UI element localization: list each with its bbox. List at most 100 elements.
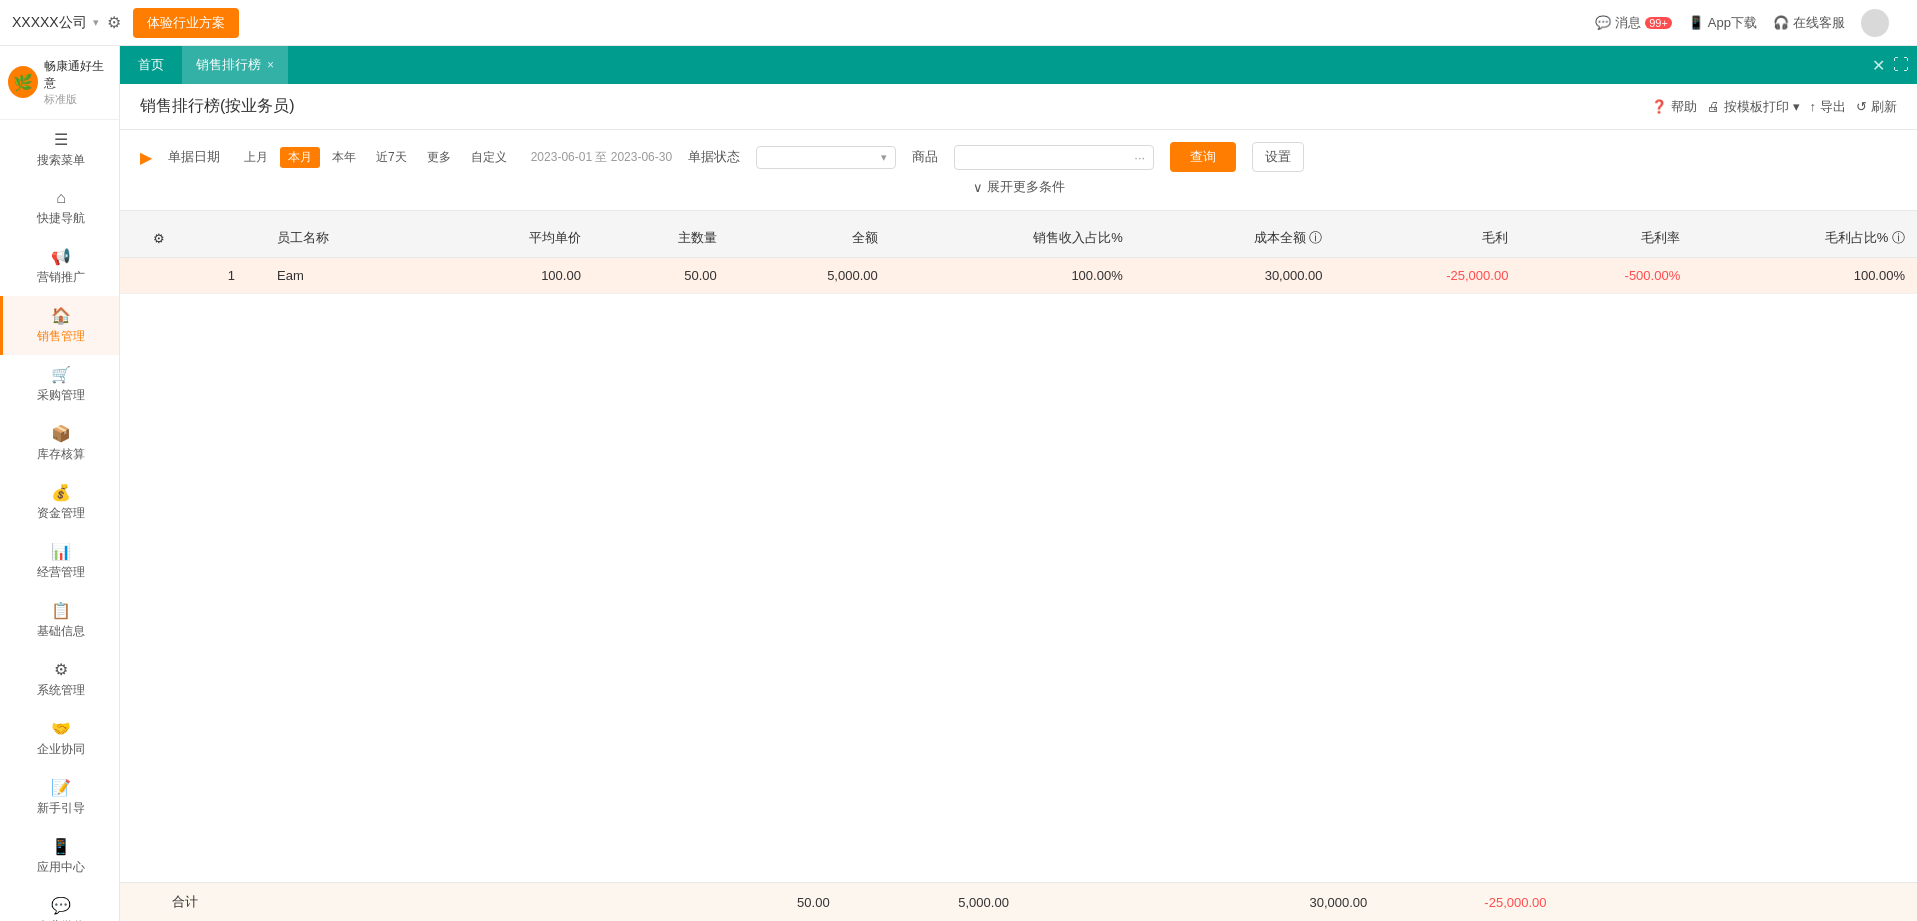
sidebar-item-enterprise-collab[interactable]: 🤝 企业协同: [0, 709, 119, 768]
col-name: 员工名称: [265, 219, 429, 258]
main-layout: 🌿 畅康通好生意 标准版 ☰ 搜索菜单 ⌂ 快捷导航 📢 营销推广 🏠 销售管理…: [0, 46, 1917, 921]
col-rank: [198, 219, 265, 258]
col-settings[interactable]: ⚙: [120, 219, 198, 258]
logo-icon: 🌿: [8, 66, 38, 98]
message-button[interactable]: 💬 消息 99+: [1595, 14, 1672, 32]
sidebar-item-system-mgmt[interactable]: ⚙ 系统管理: [0, 650, 119, 709]
window-close-icon[interactable]: ✕: [1872, 56, 1885, 75]
sidebar-item-label: 搜索菜单: [37, 152, 85, 169]
footer-total-label: 合计: [132, 893, 292, 911]
footer-spacer4: [1547, 895, 1726, 910]
date-tab-7days[interactable]: 近7天: [368, 147, 415, 168]
sidebar-item-search-order[interactable]: ☰ 搜索菜单: [0, 120, 119, 179]
expand-down-icon: ∨: [973, 180, 983, 195]
col-gross-pct: 毛利占比% ⓘ: [1692, 219, 1917, 258]
tab-close-icon[interactable]: ×: [267, 58, 274, 72]
cart-icon: 🛒: [51, 365, 71, 384]
sidebar-item-finance[interactable]: 💰 资金管理: [0, 473, 119, 532]
footer-main-qty: 50.00: [650, 895, 829, 910]
sidebar-item-label: 营销推广: [37, 269, 85, 286]
company-selector[interactable]: XXXXX公司 ▾: [12, 14, 99, 32]
megaphone-icon: 📢: [51, 247, 71, 266]
tab-label: 销售排行榜: [196, 56, 261, 74]
col-gross: 毛利: [1335, 219, 1521, 258]
export-button[interactable]: ↑ 导出: [1810, 98, 1847, 116]
sidebar-item-enterprise-wechat[interactable]: 💬 企业微信: [0, 886, 119, 921]
settings-link-button[interactable]: 设置: [1252, 142, 1304, 172]
trial-button[interactable]: 体验行业方案: [133, 8, 239, 38]
date-tab-custom[interactable]: 自定义: [463, 147, 515, 168]
goods-filter-label: 商品: [912, 148, 938, 166]
date-filter-label: 单据日期: [168, 148, 220, 166]
date-tab-this-year[interactable]: 本年: [324, 147, 364, 168]
home-icon: ⌂: [56, 189, 66, 207]
tab-sales-ranking[interactable]: 销售排行榜 ×: [182, 46, 288, 84]
page-header: 销售排行榜(按业务员) ❓ 帮助 🖨 按模板打印 ▾ ↑ 导出: [120, 84, 1917, 130]
top-bar: XXXXX公司 ▾ ⚙ 体验行业方案 💬 消息 99+ 📱 App下载 🎧 在线…: [0, 0, 1917, 46]
settings-icon[interactable]: ⚙: [107, 13, 121, 32]
sidebar-item-purchase-mgmt[interactable]: 🛒 采购管理: [0, 355, 119, 414]
sidebar-item-label: 采购管理: [37, 387, 85, 404]
date-tab-this-month[interactable]: 本月: [280, 147, 320, 168]
footer-values: 50.00 5,000.00 30,000.00 -25,000.00: [292, 895, 1905, 910]
help-icon: ❓: [1651, 99, 1667, 114]
content-area: 首页 销售排行榜 × ✕ ⛶ 销售排行榜(按业务员) ❓ 帮助: [120, 46, 1917, 921]
date-tabs: 上月 本月 本年 近7天 更多 自定义: [236, 147, 515, 168]
sidebar-item-basic-info[interactable]: 📋 基础信息: [0, 591, 119, 650]
app-download-button[interactable]: 📱 App下载: [1688, 14, 1757, 32]
expand-more-button[interactable]: ∨ 展开更多条件: [973, 178, 1065, 196]
col-main-qty: 主数量: [593, 219, 729, 258]
col-sales-pct: 销售收入占比%: [890, 219, 1135, 258]
refresh-label: 刷新: [1871, 98, 1897, 116]
sidebar-item-app-center[interactable]: 📱 应用中心: [0, 827, 119, 886]
sidebar: 🌿 畅康通好生意 标准版 ☰ 搜索菜单 ⌂ 快捷导航 📢 营销推广 🏠 销售管理…: [0, 46, 120, 921]
refresh-button[interactable]: ↺ 刷新: [1856, 98, 1897, 116]
sidebar-item-sales-mgmt[interactable]: 🏠 销售管理: [0, 296, 119, 355]
page-title: 销售排行榜(按业务员): [140, 96, 295, 117]
date-range-display: 2023-06-01 至 2023-06-30: [531, 149, 672, 166]
print-dropdown-icon: ▾: [1793, 99, 1800, 114]
help-button[interactable]: ❓ 帮助: [1651, 98, 1697, 116]
sidebar-item-operations[interactable]: 📊 经营管理: [0, 532, 119, 591]
tab-home[interactable]: 首页: [120, 46, 182, 84]
sidebar-item-label: 销售管理: [37, 328, 85, 345]
app-icon: 📱: [1688, 15, 1704, 30]
refresh-icon: ↺: [1856, 99, 1867, 114]
filter-expand-icon[interactable]: ▶: [140, 148, 152, 167]
cell-gross: -25,000.00: [1335, 258, 1521, 294]
goods-filter-input[interactable]: ···: [954, 145, 1154, 170]
query-button[interactable]: 查询: [1170, 142, 1236, 172]
sidebar-item-label: 系统管理: [37, 682, 85, 699]
print-label: 按模板打印: [1724, 98, 1789, 116]
message-badge: 99+: [1645, 17, 1672, 29]
print-button[interactable]: 🖨 按模板打印 ▾: [1707, 98, 1800, 116]
footer-spacer3: [1009, 895, 1188, 910]
headset-icon: 🎧: [1773, 15, 1789, 30]
window-expand-icon[interactable]: ⛶: [1893, 56, 1909, 74]
cell-rank: 1: [198, 258, 265, 294]
box-icon: 📦: [51, 424, 71, 443]
footer-spacer5: [1726, 895, 1905, 910]
sidebar-item-quick-nav[interactable]: ⌂ 快捷导航: [0, 179, 119, 237]
chat-icon: 💬: [1595, 15, 1611, 30]
col-gross-rate: 毛利率: [1520, 219, 1692, 258]
cell-name: Eam: [265, 258, 429, 294]
sidebar-item-label: 企业微信: [37, 918, 85, 921]
gear-icon: ⚙: [54, 660, 68, 679]
status-select[interactable]: ▾: [756, 146, 896, 169]
data-table-container: ⚙ 员工名称 平均单价 主数量 全额 销售收入占比% 成本全额 ⓘ 毛利 毛利率…: [120, 219, 1917, 882]
logo-text-area: 畅康通好生意 标准版: [44, 58, 111, 107]
sidebar-item-new-guide[interactable]: 📝 新手引导: [0, 768, 119, 827]
avatar[interactable]: [1861, 9, 1889, 37]
goods-more-icon[interactable]: ···: [1134, 150, 1145, 165]
message-label: 消息: [1615, 14, 1641, 32]
sidebar-item-inventory[interactable]: 📦 库存核算: [0, 414, 119, 473]
footer-amount: 5,000.00: [830, 895, 1009, 910]
online-service-button[interactable]: 🎧 在线客服: [1773, 14, 1845, 32]
sidebar-item-label: 应用中心: [37, 859, 85, 876]
sidebar-item-marketing[interactable]: 📢 营销推广: [0, 237, 119, 296]
date-tab-more[interactable]: 更多: [419, 147, 459, 168]
cell-sales-pct: 100.00%: [890, 258, 1135, 294]
export-label: 导出: [1820, 98, 1846, 116]
date-tab-last-month[interactable]: 上月: [236, 147, 276, 168]
